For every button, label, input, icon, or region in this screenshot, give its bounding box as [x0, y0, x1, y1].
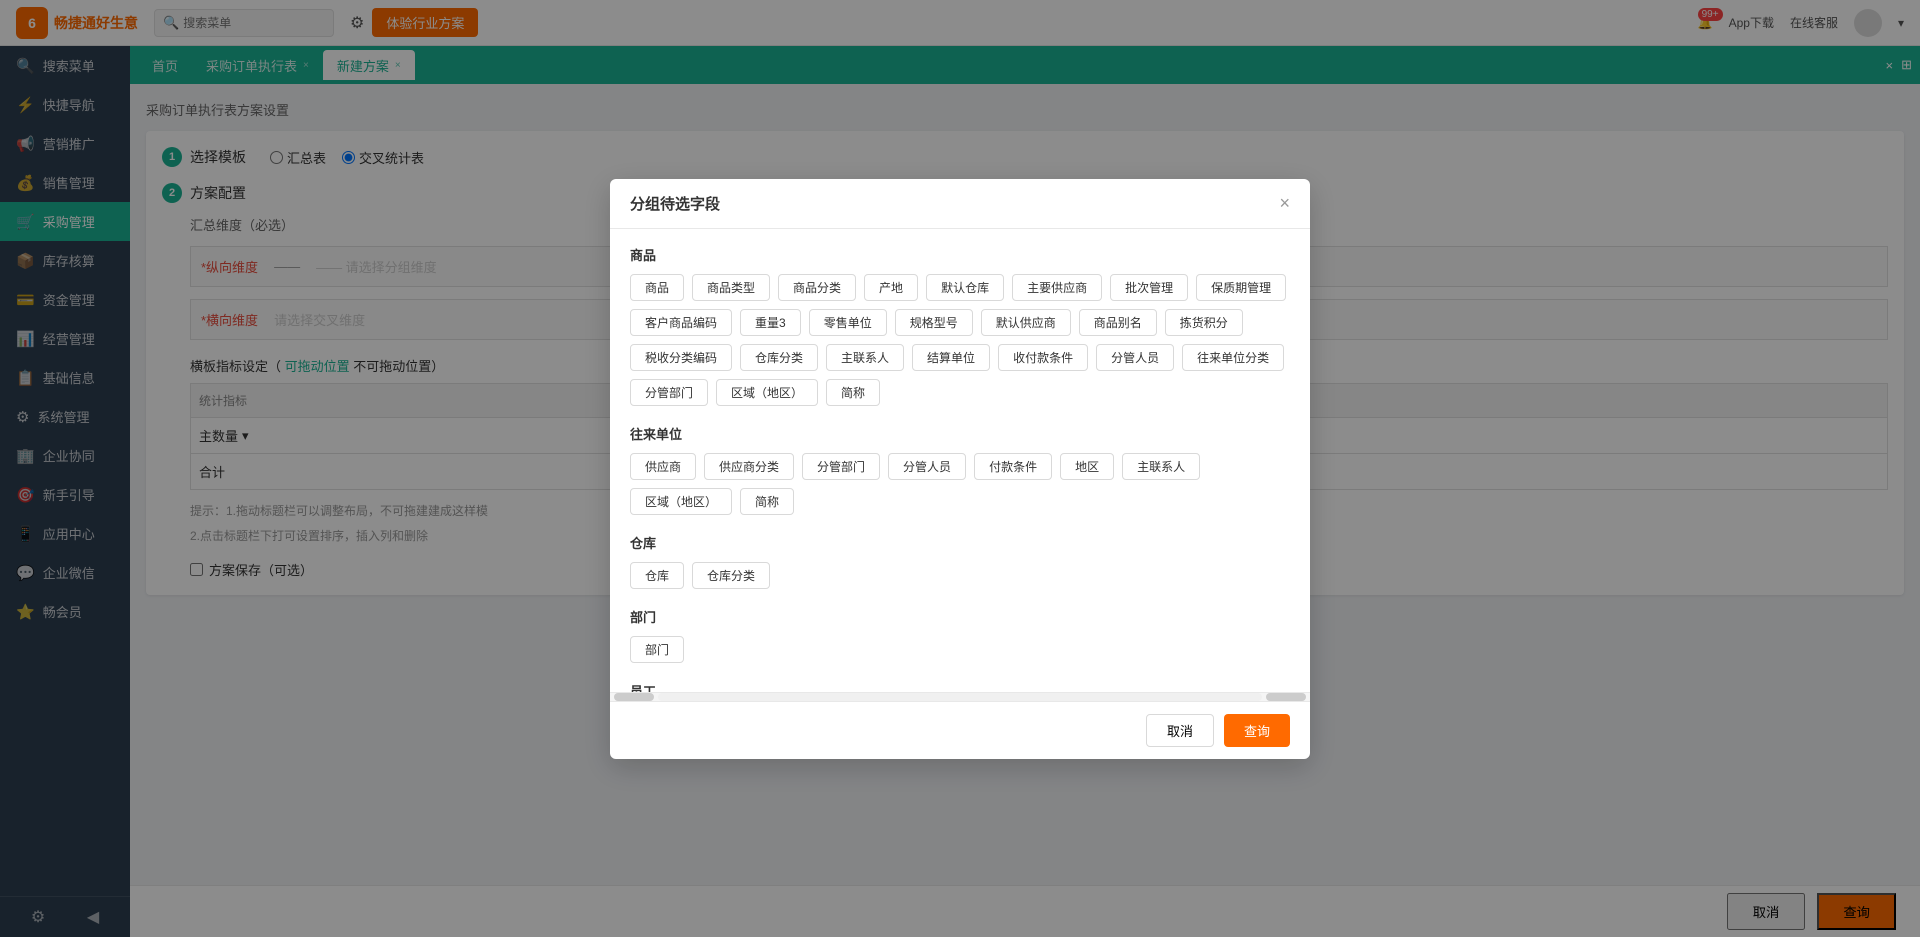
- section-title-partner: 往来单位: [630, 424, 1290, 443]
- field-tag[interactable]: 简称: [826, 379, 880, 406]
- field-select-modal: 分组待选字段 × 商品 商品 商品类型 商品分类 产地 默认仓库 主要供应商 批…: [610, 179, 1310, 759]
- field-tag[interactable]: 分管人员: [888, 453, 966, 480]
- section-title-dept: 部门: [630, 607, 1290, 626]
- field-tag[interactable]: 区域（地区）: [716, 379, 818, 406]
- field-tag[interactable]: 付款条件: [974, 453, 1052, 480]
- field-tag[interactable]: 规格型号: [895, 309, 973, 336]
- field-tag[interactable]: 地区: [1060, 453, 1114, 480]
- modal-hscroll: [610, 692, 1310, 701]
- field-tag[interactable]: 商品: [630, 274, 684, 301]
- hscroll-left-arrow[interactable]: [614, 693, 654, 701]
- field-tag[interactable]: 重量3: [740, 309, 801, 336]
- field-tag[interactable]: 分管部门: [802, 453, 880, 480]
- field-tag[interactable]: 部门: [630, 636, 684, 663]
- field-section-goods: 商品 商品 商品类型 商品分类 产地 默认仓库 主要供应商 批次管理 保质期管理…: [630, 245, 1290, 406]
- field-tags-warehouse: 仓库 仓库分类: [630, 562, 1290, 589]
- field-tag[interactable]: 默认仓库: [926, 274, 1004, 301]
- field-tag[interactable]: 区域（地区）: [630, 488, 732, 515]
- field-tags-dept: 部门: [630, 636, 1290, 663]
- field-tag[interactable]: 客户商品编码: [630, 309, 732, 336]
- field-tags-partner: 供应商 供应商分类 分管部门 分管人员 付款条件 地区 主联系人 区域（地区） …: [630, 453, 1290, 515]
- confirm-button[interactable]: 查询: [1224, 714, 1290, 747]
- field-tag[interactable]: 商品分类: [778, 274, 856, 301]
- field-tag[interactable]: 拣货积分: [1165, 309, 1243, 336]
- field-tag[interactable]: 零售单位: [809, 309, 887, 336]
- field-section-partner: 往来单位 供应商 供应商分类 分管部门 分管人员 付款条件 地区 主联系人 区域…: [630, 424, 1290, 515]
- section-title-staff: 员工: [630, 681, 1290, 692]
- field-tag[interactable]: 税收分类编码: [630, 344, 732, 371]
- field-tag[interactable]: 商品别名: [1079, 309, 1157, 336]
- field-tag[interactable]: 商品类型: [692, 274, 770, 301]
- field-tag[interactable]: 默认供应商: [981, 309, 1071, 336]
- hscroll-right-arrow[interactable]: [1266, 693, 1306, 701]
- field-section-staff: 员工 业务员: [630, 681, 1290, 692]
- modal-close-btn[interactable]: ×: [1279, 194, 1290, 212]
- field-tag[interactable]: 仓库分类: [740, 344, 818, 371]
- field-tag[interactable]: 主联系人: [826, 344, 904, 371]
- field-tag[interactable]: 简称: [740, 488, 794, 515]
- field-tag[interactable]: 批次管理: [1110, 274, 1188, 301]
- field-tag[interactable]: 产地: [864, 274, 918, 301]
- field-tag[interactable]: 供应商分类: [704, 453, 794, 480]
- modal-overlay: 分组待选字段 × 商品 商品 商品类型 商品分类 产地 默认仓库 主要供应商 批…: [0, 0, 1920, 937]
- field-tag[interactable]: 保质期管理: [1196, 274, 1286, 301]
- section-title-goods: 商品: [630, 245, 1290, 264]
- field-tag[interactable]: 收付款条件: [998, 344, 1088, 371]
- modal-title: 分组待选字段: [630, 193, 720, 214]
- field-tag[interactable]: 仓库: [630, 562, 684, 589]
- cancel-button[interactable]: 取消: [1146, 714, 1214, 747]
- field-tag[interactable]: 供应商: [630, 453, 696, 480]
- modal-header: 分组待选字段 ×: [610, 179, 1310, 229]
- modal-footer: 取消 查询: [610, 701, 1310, 759]
- field-tag[interactable]: 仓库分类: [692, 562, 770, 589]
- field-tag[interactable]: 结算单位: [912, 344, 990, 371]
- field-tag[interactable]: 分管部门: [630, 379, 708, 406]
- field-tags-goods: 商品 商品类型 商品分类 产地 默认仓库 主要供应商 批次管理 保质期管理 客户…: [630, 274, 1290, 406]
- field-tag[interactable]: 分管人员: [1096, 344, 1174, 371]
- modal-body: 商品 商品 商品类型 商品分类 产地 默认仓库 主要供应商 批次管理 保质期管理…: [610, 229, 1310, 692]
- field-tag[interactable]: 主联系人: [1122, 453, 1200, 480]
- field-tag[interactable]: 往来单位分类: [1182, 344, 1284, 371]
- section-title-warehouse: 仓库: [630, 533, 1290, 552]
- hscroll-track: [658, 693, 1262, 701]
- field-section-dept: 部门 部门: [630, 607, 1290, 663]
- field-tag[interactable]: 主要供应商: [1012, 274, 1102, 301]
- field-section-warehouse: 仓库 仓库 仓库分类: [630, 533, 1290, 589]
